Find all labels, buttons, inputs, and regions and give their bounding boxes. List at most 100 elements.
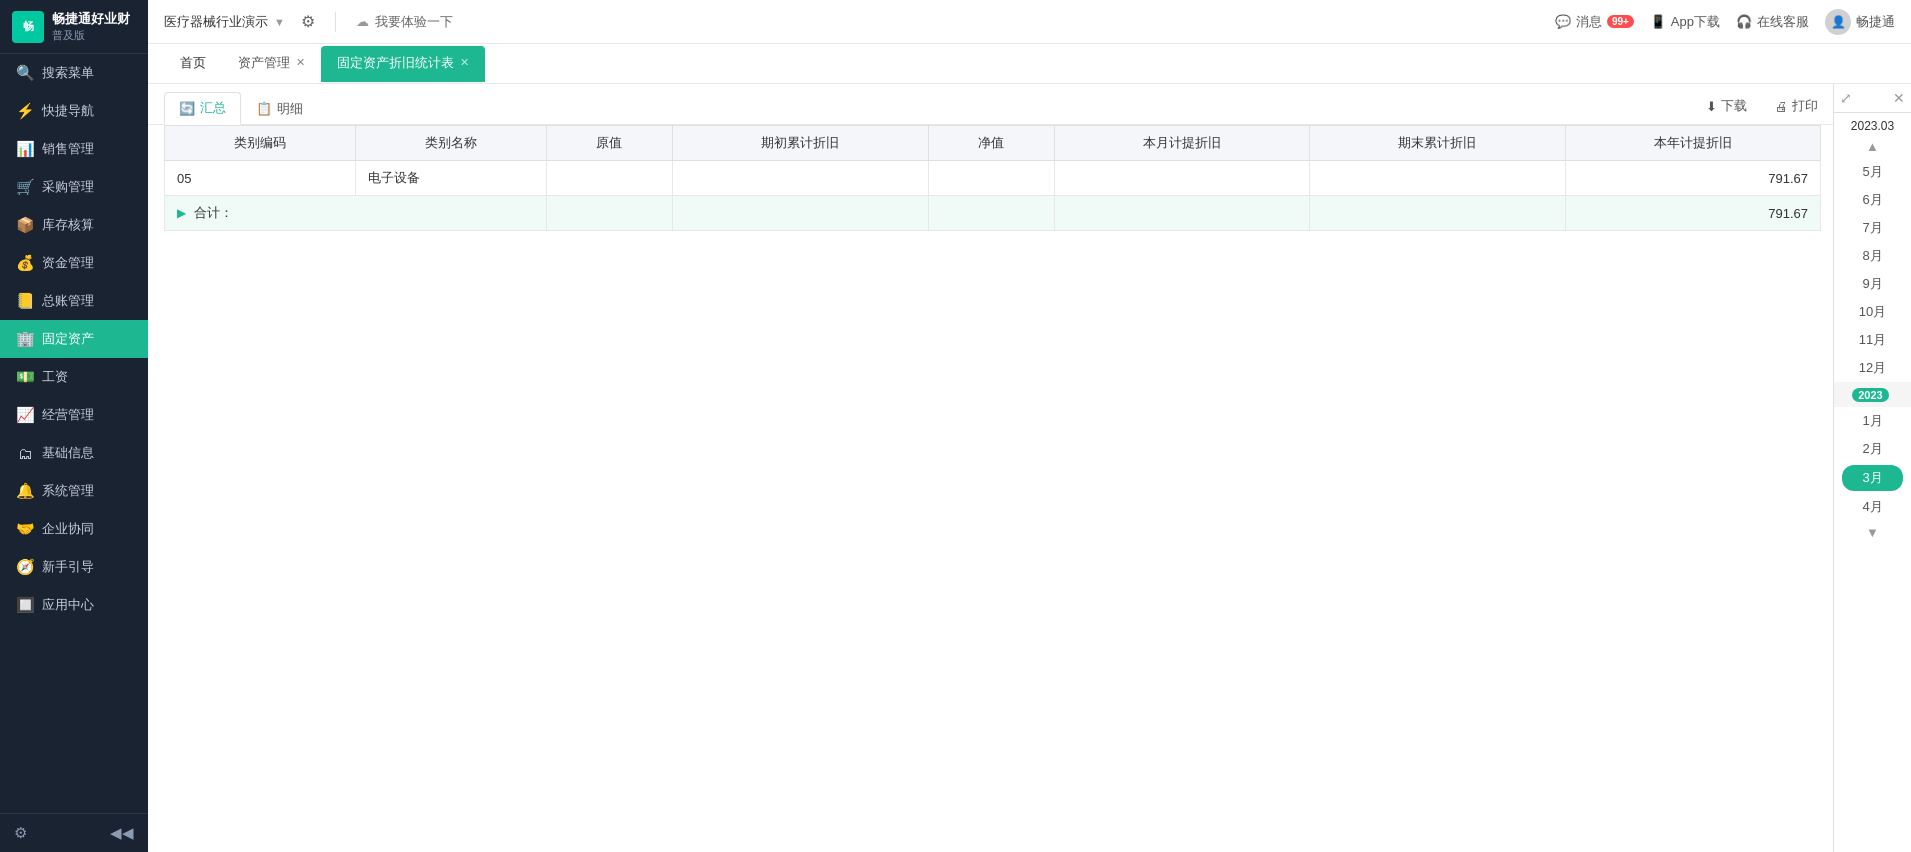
year-badge: 2023 <box>1852 388 1888 402</box>
detail-tab-label: 明细 <box>277 100 303 118</box>
topbar-settings-icon[interactable]: ⚙ <box>301 12 315 31</box>
tab-asset-management[interactable]: 资产管理 ✕ <box>222 46 321 82</box>
topbar: 医疗器械行业演示 ▼ ⚙ ☁ 我要体验一下 💬 消息 99+ 📱 App下载 🎧… <box>148 0 1911 44</box>
summary-ending-accum <box>1310 196 1565 231</box>
download-label: App下载 <box>1671 13 1720 31</box>
sub-tab-summary[interactable]: 🔄 汇总 <box>164 92 241 125</box>
download-toolbar-icon: ⬇ <box>1706 99 1717 114</box>
month-item-6[interactable]: 6月 <box>1834 186 1911 214</box>
sidebar-item-cooperation[interactable]: 🤝 企业协同 <box>0 510 148 548</box>
month-item-11[interactable]: 11月 <box>1834 326 1911 354</box>
table-header: 类别编码 类别名称 原值 期初累计折旧 净值 本月计提折旧 期末累计折旧 本年计… <box>165 126 1821 161</box>
tab-depreciation-label: 固定资产折旧统计表 <box>337 54 454 72</box>
col-header-ending-accum: 期末累计折旧 <box>1310 126 1565 161</box>
month-item-1[interactable]: 1月 <box>1834 407 1911 435</box>
service-button[interactable]: 🎧 在线客服 <box>1736 13 1809 31</box>
sidebar: 畅 畅捷通好业财 普及版 🔍 搜索菜单 ⚡ 快捷导航 📊 销售管理 🛒 采购管理… <box>0 0 148 852</box>
summary-monthly-dep <box>1054 196 1309 231</box>
detail-tab-icon: 📋 <box>256 101 272 116</box>
cooperation-icon: 🤝 <box>16 520 34 538</box>
sales-icon: 📊 <box>16 140 34 158</box>
company-dropdown-arrow: ▼ <box>274 16 285 28</box>
user-profile[interactable]: 👤 畅捷通 <box>1825 9 1895 35</box>
quick-nav-icon: ⚡ <box>16 102 34 120</box>
sub-tab-detail[interactable]: 📋 明细 <box>241 93 318 124</box>
sidebar-item-funds[interactable]: 💰 资金管理 <box>0 244 148 282</box>
expand-icon[interactable]: ⤢ <box>1840 90 1852 106</box>
print-label: 打印 <box>1792 97 1818 115</box>
month-item-2[interactable]: 2月 <box>1834 435 1911 463</box>
logo-text: 畅捷通好业财 普及版 <box>52 10 130 43</box>
sidebar-logo: 畅 畅捷通好业财 普及版 <box>0 0 148 54</box>
scroll-down-icon[interactable]: ▼ <box>1834 521 1911 544</box>
funds-icon: 💰 <box>16 254 34 272</box>
collapse-icon[interactable]: ◀◀ <box>110 824 134 842</box>
download-button[interactable]: ⬇ 下载 <box>1698 93 1755 119</box>
sidebar-item-system[interactable]: 🔔 系统管理 <box>0 472 148 510</box>
system-icon: 🔔 <box>16 482 34 500</box>
col-header-annual-dep: 本年计提折旧 <box>1565 126 1820 161</box>
ledger-icon: 📒 <box>16 292 34 310</box>
table-body: 05 电子设备 791.67 ▶ 合计： <box>165 161 1821 231</box>
sub-tabs: 🔄 汇总 📋 明细 ⬇ 下载 🖨 打印 ↻ 刷新 <box>148 84 1911 125</box>
settings-footer-icon[interactable]: ⚙ <box>14 824 27 842</box>
sidebar-item-search[interactable]: 🔍 搜索菜单 <box>0 54 148 92</box>
download-toolbar-label: 下载 <box>1721 97 1747 115</box>
logo-subtitle: 普及版 <box>52 28 130 43</box>
month-item-7[interactable]: 7月 <box>1834 214 1911 242</box>
right-panel: ⤢ ✕ 2023.03 ▲ 5月 6月 7月 8月 9月 10月 11月 12月… <box>1833 84 1911 852</box>
sidebar-item-guide[interactable]: 🧭 新手引导 <box>0 548 148 586</box>
month-item-8[interactable]: 8月 <box>1834 242 1911 270</box>
table-row[interactable]: 05 电子设备 791.67 <box>165 161 1821 196</box>
summary-row: ▶ 合计： 791.67 <box>165 196 1821 231</box>
tab-home[interactable]: 首页 <box>164 46 222 82</box>
sidebar-item-general-ledger[interactable]: 📒 总账管理 <box>0 282 148 320</box>
payroll-icon: 💵 <box>16 368 34 386</box>
tab-asset-label: 资产管理 <box>238 54 290 72</box>
month-item-5[interactable]: 5月 <box>1834 158 1911 186</box>
sidebar-item-payroll[interactable]: 💵 工资 <box>0 358 148 396</box>
trial-button[interactable]: ☁ 我要体验一下 <box>356 13 453 31</box>
month-item-12[interactable]: 12月 <box>1834 354 1911 382</box>
tab-depreciation-table[interactable]: 固定资产折旧统计表 ✕ <box>321 46 485 82</box>
sidebar-item-sales[interactable]: 📊 销售管理 <box>0 130 148 168</box>
scroll-up-icon[interactable]: ▲ <box>1834 135 1911 158</box>
summary-net-value <box>928 196 1054 231</box>
purchase-icon: 🛒 <box>16 178 34 196</box>
sidebar-item-operations[interactable]: 📈 经营管理 <box>0 396 148 434</box>
month-item-3-current[interactable]: 3月 <box>1842 465 1903 491</box>
summary-beginning-accum <box>673 196 928 231</box>
company-selector[interactable]: 医疗器械行业演示 ▼ <box>164 13 285 31</box>
trial-label: 我要体验一下 <box>375 13 453 31</box>
sidebar-item-basic-info[interactable]: 🗂 基础信息 <box>0 434 148 472</box>
user-name: 畅捷通 <box>1856 13 1895 31</box>
download-icon: 📱 <box>1650 14 1666 29</box>
summary-annual-dep: 791.67 <box>1565 196 1820 231</box>
summary-tab-label: 汇总 <box>200 99 226 117</box>
col-header-monthly-dep: 本月计提折旧 <box>1054 126 1309 161</box>
app-center-icon: 🔲 <box>16 596 34 614</box>
sidebar-item-fixed-assets[interactable]: 🏢 固定资产 <box>0 320 148 358</box>
month-item-9[interactable]: 9月 <box>1834 270 1911 298</box>
month-item-10[interactable]: 10月 <box>1834 298 1911 326</box>
service-label: 在线客服 <box>1757 13 1809 31</box>
sidebar-item-app-center[interactable]: 🔲 应用中心 <box>0 586 148 624</box>
right-panel-close-icon[interactable]: ✕ <box>1893 90 1905 106</box>
sidebar-item-quick-nav[interactable]: ⚡ 快捷导航 <box>0 92 148 130</box>
sidebar-item-inventory[interactable]: 📦 库存核算 <box>0 206 148 244</box>
cell-net-value <box>928 161 1054 196</box>
tab-depreciation-close-icon[interactable]: ✕ <box>460 56 469 69</box>
right-panel-date-label: 2023.03 <box>1834 113 1911 135</box>
tab-asset-close-icon[interactable]: ✕ <box>296 56 305 69</box>
inventory-icon: 📦 <box>16 216 34 234</box>
cell-beginning-accum <box>673 161 928 196</box>
sidebar-item-purchase[interactable]: 🛒 采购管理 <box>0 168 148 206</box>
notification-button[interactable]: 💬 消息 99+ <box>1555 13 1634 31</box>
search-icon: 🔍 <box>16 64 34 82</box>
print-button[interactable]: 🖨 打印 <box>1767 93 1826 119</box>
summary-tab-icon: 🔄 <box>179 101 195 116</box>
logo-title: 畅捷通好业财 <box>52 10 130 28</box>
download-button[interactable]: 📱 App下载 <box>1650 13 1720 31</box>
month-item-4[interactable]: 4月 <box>1834 493 1911 521</box>
logo-icon: 畅 <box>12 11 44 43</box>
